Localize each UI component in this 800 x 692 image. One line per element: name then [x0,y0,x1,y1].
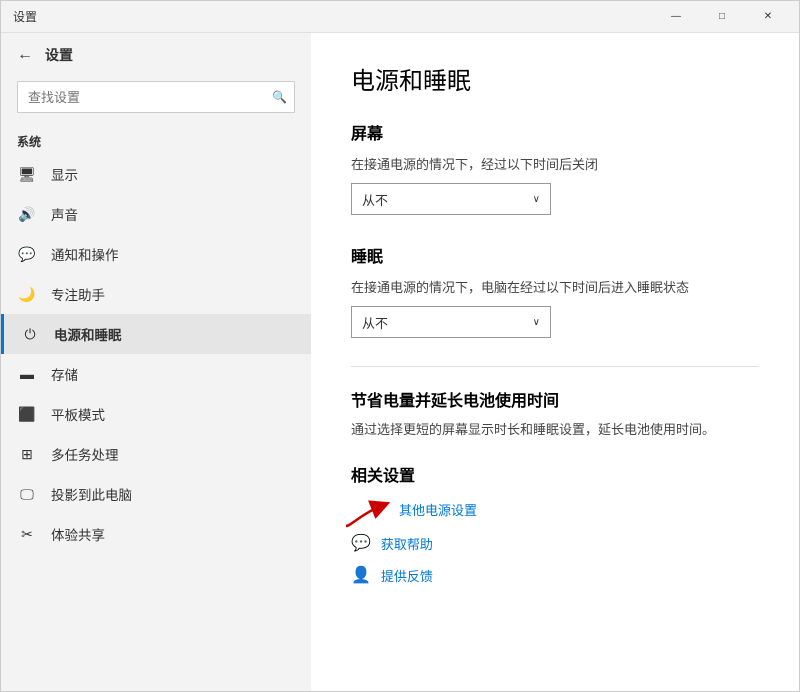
sidebar-item-multitask[interactable]: ⊞ 多任务处理 [1,434,311,474]
sleep-section-title: 睡眠 [351,243,759,267]
sleep-dropdown-value: 从不 [362,313,388,332]
back-button[interactable]: ← [17,46,33,64]
sidebar-item-label: 投影到此电脑 [51,484,132,504]
titlebar: 设置 — □ ✕ [1,1,799,33]
search-box-container: 🔍 [17,81,295,113]
sidebar-header: ← 设置 [1,33,311,77]
sound-icon: 🔊 [17,206,37,223]
feedback-item: 👤 提供反馈 [351,565,759,585]
chevron-down-icon: ∨ [533,194,540,205]
get-help-item: 💬 获取帮助 [351,533,759,553]
screen-dropdown-wrap: 从不 ∨ [351,183,759,215]
sleep-section-desc: 在接通电源的情况下，电脑在经过以下时间后进入睡眠状态 [351,277,759,296]
sidebar-item-label: 通知和操作 [51,244,119,264]
maximize-button[interactable]: □ [699,1,745,33]
titlebar-left: 设置 [13,8,37,25]
sidebar-item-label: 平板模式 [51,404,105,424]
sidebar-item-focus[interactable]: 🌙 专注助手 [1,274,311,314]
sidebar-item-share[interactable]: ✂ 体验共享 [1,514,311,554]
sidebar-item-notifications[interactable]: 💬 通知和操作 [1,234,311,274]
other-power-settings-link-row: 其他电源设置 [351,500,759,519]
other-power-settings-link[interactable]: 其他电源设置 [399,500,477,519]
search-icon: 🔍 [272,90,287,104]
sidebar-item-display[interactable]: 🖥 显示 [1,154,311,194]
screen-dropdown-value: 从不 [362,190,388,209]
related-section-title: 相关设置 [351,462,759,486]
sidebar-title: 设置 [45,45,73,65]
sidebar: ← 设置 🔍 系统 🖥 显示 🔊 声音 💬 通知和操作 � [1,33,311,691]
sidebar-item-tablet[interactable]: ⬛ 平板模式 [1,394,311,434]
sleep-dropdown-wrap: 从不 ∨ [351,306,759,338]
sidebar-item-label: 多任务处理 [51,444,119,464]
feedback-icon: 👤 [351,565,371,585]
chevron-down-icon: ∨ [533,317,540,328]
power-icon: ⏻ [20,326,40,343]
screen-section-title: 屏幕 [351,120,759,144]
red-arrow-icon [341,496,396,534]
sidebar-item-project[interactable]: 🖵 投影到此电脑 [1,474,311,514]
project-icon: 🖵 [17,486,37,503]
screen-section-desc: 在接通电源的情况下，经过以下时间后关闭 [351,154,759,173]
sidebar-item-label: 显示 [51,164,78,184]
battery-section-title: 节省电量并延长电池使用时间 [351,387,759,411]
help-chat-icon: 💬 [351,533,371,553]
sidebar-item-sound[interactable]: 🔊 声音 [1,194,311,234]
focus-icon: 🌙 [17,286,37,303]
page-title: 电源和睡眠 [351,61,759,96]
sidebar-item-label: 声音 [51,204,78,224]
sidebar-item-storage[interactable]: ▬ 存储 [1,354,311,394]
right-panel: 电源和睡眠 屏幕 在接通电源的情况下，经过以下时间后关闭 从不 ∨ 睡眠 在接通… [311,33,799,691]
sidebar-item-label: 存储 [51,364,78,384]
get-help-link[interactable]: 获取帮助 [381,534,433,553]
sidebar-section-label: 系统 [1,125,311,154]
screen-dropdown[interactable]: 从不 ∨ [351,183,551,215]
sidebar-item-label: 电源和睡眠 [54,324,122,344]
minimize-button[interactable]: — [653,1,699,33]
battery-section-desc: 通过选择更短的屏幕显示时长和睡眠设置，延长电池使用时间。 [351,419,759,438]
notifications-icon: 💬 [17,246,37,263]
window: 设置 — □ ✕ ← 设置 🔍 系统 🖥 显示 [0,0,800,692]
tablet-icon: ⬛ [17,406,37,423]
titlebar-controls: — □ ✕ [653,1,791,33]
share-icon: ✂ [17,526,37,543]
main-content: ← 设置 🔍 系统 🖥 显示 🔊 声音 💬 通知和操作 � [1,33,799,691]
display-icon: 🖥 [17,166,37,183]
sidebar-item-label: 专注助手 [51,284,105,304]
search-input[interactable] [17,81,295,113]
multitask-icon: ⊞ [17,446,37,463]
titlebar-title: 设置 [13,8,37,25]
feedback-link[interactable]: 提供反馈 [381,566,433,585]
close-button[interactable]: ✕ [745,1,791,33]
divider [351,366,759,367]
sidebar-item-label: 体验共享 [51,524,105,544]
sidebar-item-power[interactable]: ⏻ 电源和睡眠 [1,314,311,354]
sleep-dropdown[interactable]: 从不 ∨ [351,306,551,338]
storage-icon: ▬ [17,366,37,382]
